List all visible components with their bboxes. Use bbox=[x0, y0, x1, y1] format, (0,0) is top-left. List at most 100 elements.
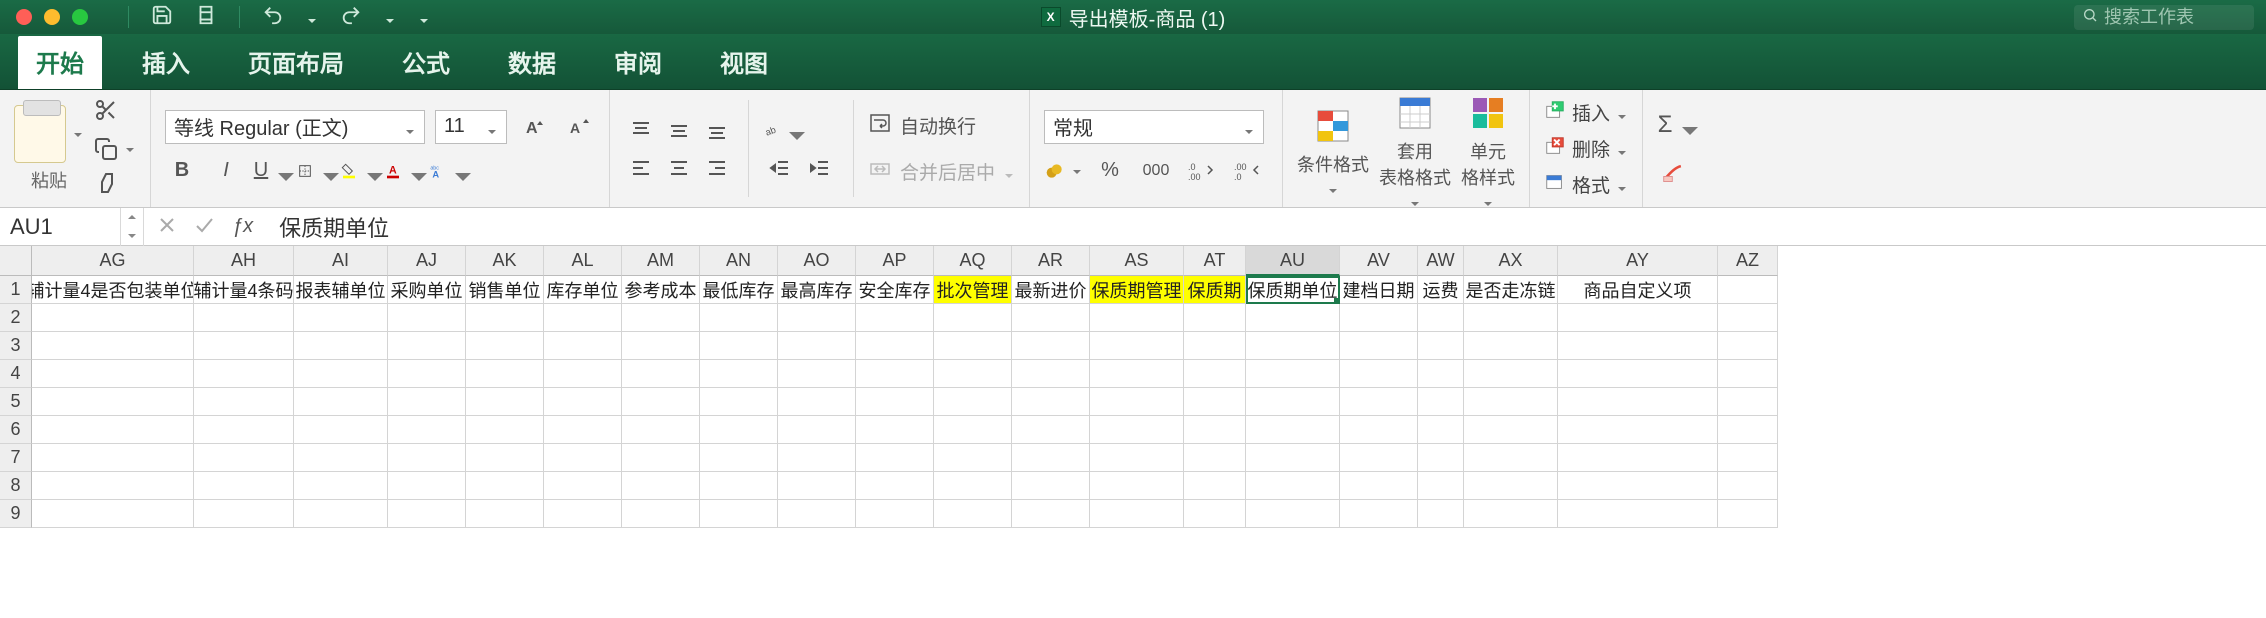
cell-AQ3[interactable] bbox=[934, 332, 1012, 360]
cell-AH4[interactable] bbox=[194, 360, 294, 388]
cell-AY4[interactable] bbox=[1558, 360, 1718, 388]
cell-AP7[interactable] bbox=[856, 444, 934, 472]
cell-AQ6[interactable] bbox=[934, 416, 1012, 444]
cell-AQ9[interactable] bbox=[934, 500, 1012, 528]
cell-AM9[interactable] bbox=[622, 500, 700, 528]
print-icon[interactable] bbox=[195, 4, 217, 31]
cell-AT3[interactable] bbox=[1184, 332, 1246, 360]
cell-AP8[interactable] bbox=[856, 472, 934, 500]
cell-AW6[interactable] bbox=[1418, 416, 1464, 444]
cell-AV9[interactable] bbox=[1340, 500, 1418, 528]
cell-AX6[interactable] bbox=[1464, 416, 1558, 444]
minimize-window-button[interactable] bbox=[44, 9, 60, 25]
cell-AR2[interactable] bbox=[1012, 304, 1090, 332]
tab-view[interactable]: 视图 bbox=[702, 36, 786, 89]
cell-AM6[interactable] bbox=[622, 416, 700, 444]
cell-AU3[interactable] bbox=[1246, 332, 1340, 360]
undo-dropdown-icon[interactable] bbox=[306, 11, 318, 23]
tab-home[interactable]: 开始 bbox=[18, 36, 102, 89]
cell-AR6[interactable] bbox=[1012, 416, 1090, 444]
cell-AK8[interactable] bbox=[466, 472, 544, 500]
undo-icon[interactable] bbox=[262, 4, 284, 31]
cell-AL6[interactable] bbox=[544, 416, 622, 444]
search-input[interactable] bbox=[2104, 7, 2244, 28]
cell-AW1[interactable]: 运费 bbox=[1418, 276, 1464, 304]
cell-AP9[interactable] bbox=[856, 500, 934, 528]
close-window-button[interactable] bbox=[16, 9, 32, 25]
row-header-6[interactable]: 6 bbox=[0, 416, 32, 444]
cell-AQ7[interactable] bbox=[934, 444, 1012, 472]
cell-AN3[interactable] bbox=[700, 332, 778, 360]
percent-button[interactable]: % bbox=[1090, 154, 1130, 188]
cell-AJ9[interactable] bbox=[388, 500, 466, 528]
cancel-formula-icon[interactable] bbox=[158, 214, 176, 240]
cell-AR9[interactable] bbox=[1012, 500, 1090, 528]
underline-button[interactable]: U bbox=[253, 154, 287, 188]
cell-AY5[interactable] bbox=[1558, 388, 1718, 416]
column-header-AX[interactable]: AX bbox=[1464, 246, 1558, 276]
cell-AG7[interactable] bbox=[32, 444, 194, 472]
number-format-combo[interactable]: 常规 bbox=[1044, 110, 1264, 144]
cell-AR1[interactable]: 最新进价 bbox=[1012, 276, 1090, 304]
cell-AV6[interactable] bbox=[1340, 416, 1418, 444]
cell-AN1[interactable]: 最低库存 bbox=[700, 276, 778, 304]
cell-AR5[interactable] bbox=[1012, 388, 1090, 416]
cell-AG6[interactable] bbox=[32, 416, 194, 444]
font-color-button[interactable]: A bbox=[385, 154, 419, 188]
name-box-spinner[interactable] bbox=[120, 208, 144, 246]
cell-AN6[interactable] bbox=[700, 416, 778, 444]
cell-AO5[interactable] bbox=[778, 388, 856, 416]
column-header-AT[interactable]: AT bbox=[1184, 246, 1246, 276]
cell-AL1[interactable]: 库存单位 bbox=[544, 276, 622, 304]
column-header-AJ[interactable]: AJ bbox=[388, 246, 466, 276]
cell-AN9[interactable] bbox=[700, 500, 778, 528]
cell-AK1[interactable]: 销售单位 bbox=[466, 276, 544, 304]
cell-AL8[interactable] bbox=[544, 472, 622, 500]
cell-AQ5[interactable] bbox=[934, 388, 1012, 416]
select-all-corner[interactable] bbox=[0, 246, 32, 276]
cell-AH6[interactable] bbox=[194, 416, 294, 444]
cell-AU9[interactable] bbox=[1246, 500, 1340, 528]
cell-AV4[interactable] bbox=[1340, 360, 1418, 388]
format-painter-icon[interactable] bbox=[94, 171, 136, 200]
cell-AY8[interactable] bbox=[1558, 472, 1718, 500]
copy-icon[interactable] bbox=[94, 137, 136, 161]
cell-AK7[interactable] bbox=[466, 444, 544, 472]
cell-AR3[interactable] bbox=[1012, 332, 1090, 360]
increase-decimal-button[interactable]: .0.00 bbox=[1182, 154, 1222, 188]
cell-AR7[interactable] bbox=[1012, 444, 1090, 472]
column-header-AS[interactable]: AS bbox=[1090, 246, 1184, 276]
border-button[interactable] bbox=[297, 154, 331, 188]
chevron-down-icon[interactable] bbox=[121, 227, 143, 246]
cell-AX7[interactable] bbox=[1464, 444, 1558, 472]
cell-AU4[interactable] bbox=[1246, 360, 1340, 388]
tab-insert[interactable]: 插入 bbox=[124, 36, 208, 89]
cell-AO7[interactable] bbox=[778, 444, 856, 472]
merge-center-button[interactable]: 合并后居中 bbox=[868, 157, 1015, 187]
column-header-AG[interactable]: AG bbox=[32, 246, 194, 276]
cell-AZ2[interactable] bbox=[1718, 304, 1778, 332]
cell-AS7[interactable] bbox=[1090, 444, 1184, 472]
cell-AX5[interactable] bbox=[1464, 388, 1558, 416]
paste-dropdown-icon[interactable] bbox=[72, 128, 84, 140]
bold-button[interactable]: B bbox=[165, 154, 199, 188]
column-header-AH[interactable]: AH bbox=[194, 246, 294, 276]
cell-AV8[interactable] bbox=[1340, 472, 1418, 500]
cell-AI5[interactable] bbox=[294, 388, 388, 416]
cell-AI6[interactable] bbox=[294, 416, 388, 444]
cell-AN5[interactable] bbox=[700, 388, 778, 416]
cell-AQ4[interactable] bbox=[934, 360, 1012, 388]
cell-AH9[interactable] bbox=[194, 500, 294, 528]
italic-button[interactable]: I bbox=[209, 154, 243, 188]
cell-AU6[interactable] bbox=[1246, 416, 1340, 444]
cell-AL2[interactable] bbox=[544, 304, 622, 332]
cell-AT5[interactable] bbox=[1184, 388, 1246, 416]
row-header-2[interactable]: 2 bbox=[0, 304, 32, 332]
cell-AR8[interactable] bbox=[1012, 472, 1090, 500]
search-box[interactable] bbox=[2074, 5, 2254, 30]
cell-AX9[interactable] bbox=[1464, 500, 1558, 528]
align-top-icon[interactable] bbox=[624, 113, 658, 147]
cell-AH1[interactable]: 辅计量4条码 bbox=[194, 276, 294, 304]
cell-AT8[interactable] bbox=[1184, 472, 1246, 500]
column-header-AO[interactable]: AO bbox=[778, 246, 856, 276]
